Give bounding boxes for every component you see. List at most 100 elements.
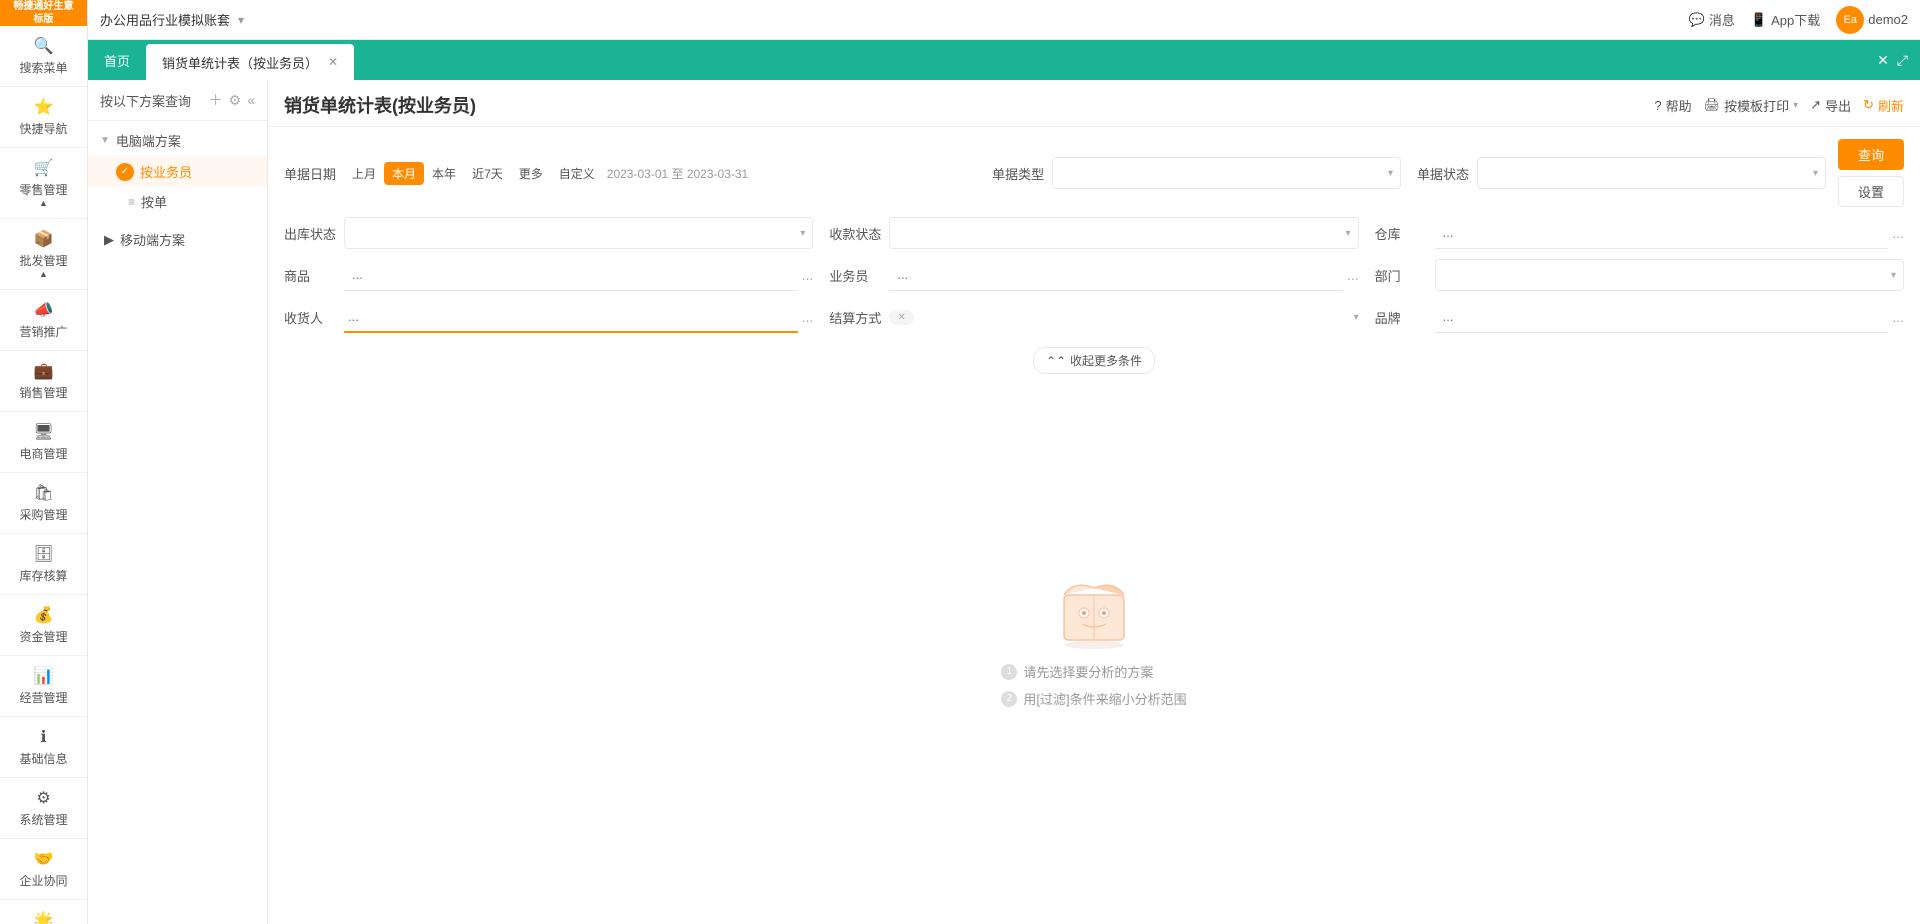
- department-select-wrap: ▾: [1435, 259, 1904, 291]
- collapse-panel-icon[interactable]: «: [247, 92, 255, 108]
- print-dropdown-icon[interactable]: ▾: [1793, 100, 1798, 111]
- help-button[interactable]: ? 帮助: [1654, 96, 1691, 115]
- doc-status-select-wrap: ▾: [1477, 157, 1826, 189]
- warehouse-dots[interactable]: ...: [1892, 225, 1904, 241]
- export-icon: ↗: [1810, 97, 1821, 113]
- sidebar-item-quicknav[interactable]: ⭐ 快捷导航: [0, 87, 88, 148]
- add-scheme-icon[interactable]: ＋: [209, 90, 223, 110]
- sidebar-item-enterprise[interactable]: 🤝 企业协同: [0, 839, 88, 900]
- stock-status-select[interactable]: [344, 217, 813, 249]
- empty-step-1: 1 请先选择要分析的方案: [1001, 662, 1186, 681]
- setup-button[interactable]: 设置: [1838, 176, 1904, 207]
- settlement-dropdown-icon[interactable]: ▾: [1354, 312, 1359, 323]
- sidebar: 畅捷通好生意 标版 🔍 搜索菜单 ⭐ 快捷导航 🛒 零售管理 ▲ 📦 批发管理 …: [0, 0, 88, 924]
- mobile-group-title[interactable]: ▶ 移动端方案: [88, 224, 267, 255]
- sidebar-item-system[interactable]: ⚙ 系统管理: [0, 778, 88, 839]
- settlement-label: 结算方式: [829, 308, 881, 327]
- refresh-icon: ↻: [1863, 97, 1874, 113]
- tab-home[interactable]: 首页: [88, 40, 146, 80]
- product-dots[interactable]: ...: [802, 267, 814, 283]
- sidebar-item-basic[interactable]: ℹ 基础信息: [0, 717, 88, 778]
- filter-stock-status: 出库状态 ▾: [284, 217, 813, 249]
- sidebar-item-finance[interactable]: 💰 资金管理: [0, 595, 88, 656]
- purchase-icon: 🛍: [33, 483, 53, 503]
- print-template-button[interactable]: 🖨 按模板打印 ▾: [1704, 96, 1799, 115]
- marketing-icon: 📣: [34, 300, 54, 320]
- brand-input[interactable]: [1435, 301, 1889, 333]
- payment-status-label: 收款状态: [829, 224, 881, 243]
- settings-scheme-icon[interactable]: ⚙: [229, 92, 242, 109]
- filter-doc-status: 单据状态 ▾: [1417, 157, 1826, 189]
- query-button[interactable]: 查询: [1838, 139, 1904, 170]
- app-logo[interactable]: 畅捷通好生意 标版: [0, 0, 88, 26]
- date-btn-last-month[interactable]: 上月: [344, 161, 384, 186]
- product-input[interactable]: [344, 259, 798, 291]
- scheme-by-salesperson[interactable]: ✓ 按业务员: [88, 156, 267, 187]
- brand-label: 品牌: [1375, 308, 1427, 327]
- salesperson-dots[interactable]: ...: [1347, 267, 1359, 283]
- phone-icon: 📱: [1751, 12, 1767, 28]
- close-window-icon[interactable]: ✕: [1877, 52, 1889, 69]
- filter-action-buttons: 查询 设置: [1838, 139, 1904, 207]
- consignee-input[interactable]: [344, 301, 798, 333]
- desktop-group-title[interactable]: ▼ 电脑端方案: [88, 125, 267, 156]
- left-panel-icons: ＋ ⚙ «: [209, 90, 255, 110]
- consignee-dots[interactable]: ...: [802, 309, 814, 325]
- collapse-button[interactable]: ⌃⌃ 收起更多条件: [1033, 347, 1155, 374]
- empty-step-2: 2 用[过滤]条件来缩小分析范围: [1001, 689, 1186, 708]
- warehouse-input[interactable]: [1435, 217, 1889, 249]
- date-btn-more[interactable]: 更多: [511, 161, 551, 186]
- basic-icon: ℹ: [40, 727, 46, 747]
- sidebar-item-ecommerce[interactable]: 🖥 电商管理: [0, 412, 88, 473]
- step-1-num: 1: [1001, 664, 1017, 680]
- date-btn-7days[interactable]: 近7天: [464, 161, 511, 186]
- topbar-left: 办公用品行业模拟账套 ▾: [100, 10, 244, 29]
- newbie-icon: 🌟: [34, 910, 54, 924]
- user-profile[interactable]: Ea demo2: [1836, 6, 1908, 34]
- content-area: 按以下方案查询 ＋ ⚙ « ▼ 电脑端方案 ✓ 按业务员 ≡ 按单: [88, 80, 1920, 924]
- tabbar: 首页 销货单统计表（按业务员） ✕ ✕ ⤢: [88, 40, 1920, 80]
- doc-status-select[interactable]: [1477, 157, 1826, 189]
- sidebar-item-purchase[interactable]: 🛍 采购管理: [0, 473, 88, 534]
- payment-status-select-wrap: ▾: [889, 217, 1358, 249]
- sidebar-item-sales[interactable]: 💼 销售管理: [0, 351, 88, 412]
- filter-department: 部门 ▾: [1375, 259, 1904, 291]
- sidebar-item-retail[interactable]: 🛒 零售管理 ▲: [0, 148, 88, 219]
- date-btn-this-month[interactable]: 本月: [384, 162, 424, 185]
- filter-warehouse: 仓库 ...: [1375, 217, 1904, 249]
- topbar-right: 💬 消息 📱 App下载 Ea demo2: [1689, 6, 1908, 34]
- export-button[interactable]: ↗ 导出: [1810, 96, 1851, 115]
- tabbar-actions: ✕ ⤢: [1877, 52, 1920, 69]
- scheme-by-order[interactable]: ≡ 按单: [88, 187, 267, 216]
- expand-icon[interactable]: ⤢: [1897, 52, 1908, 69]
- sidebar-item-operation[interactable]: 📊 经营管理: [0, 656, 88, 717]
- tab-close-button[interactable]: ✕: [328, 55, 338, 69]
- sidebar-item-inventory[interactable]: 🗄 库存核算: [0, 534, 88, 595]
- tab-sales-stats[interactable]: 销货单统计表（按业务员） ✕: [146, 44, 354, 80]
- date-btn-custom[interactable]: 自定义: [551, 161, 603, 186]
- empty-text: 1 请先选择要分析的方案 2 用[过滤]条件来缩小分析范围: [1001, 662, 1186, 708]
- topbar-dropdown-icon[interactable]: ▾: [238, 13, 244, 27]
- date-btn-this-year[interactable]: 本年: [424, 161, 464, 186]
- filter-row-2: 出库状态 ▾ 收款状态: [284, 217, 1904, 249]
- app-download-button[interactable]: 📱 App下载: [1751, 10, 1820, 29]
- doc-type-label: 单据类型: [992, 164, 1044, 183]
- date-range-text: 2023-03-01 至 2023-03-31: [607, 165, 748, 182]
- enterprise-icon: 🤝: [34, 849, 54, 869]
- department-select[interactable]: [1435, 259, 1904, 291]
- payment-status-select[interactable]: [889, 217, 1358, 249]
- sidebar-item-wholesale[interactable]: 📦 批发管理 ▲: [0, 219, 88, 290]
- salesperson-input[interactable]: [889, 259, 1343, 291]
- wholesale-icon: 📦: [34, 229, 54, 249]
- settlement-tag-close[interactable]: ✕: [897, 312, 905, 323]
- sidebar-item-newbie[interactable]: 🌟 新手引导: [0, 900, 88, 924]
- doc-type-select[interactable]: [1052, 157, 1401, 189]
- sidebar-item-search[interactable]: 🔍 搜索菜单: [0, 26, 88, 87]
- message-button[interactable]: 💬 消息: [1689, 10, 1735, 29]
- refresh-button[interactable]: ↻ 刷新: [1863, 96, 1904, 115]
- sidebar-item-marketing[interactable]: 📣 营销推广: [0, 290, 88, 351]
- brand-dots[interactable]: ...: [1892, 309, 1904, 325]
- right-panel: 销货单统计表(按业务员) ? 帮助 🖨 按模板打印 ▾ ↗ 导出: [268, 80, 1920, 924]
- help-icon: ?: [1654, 98, 1661, 113]
- department-label: 部门: [1375, 266, 1427, 285]
